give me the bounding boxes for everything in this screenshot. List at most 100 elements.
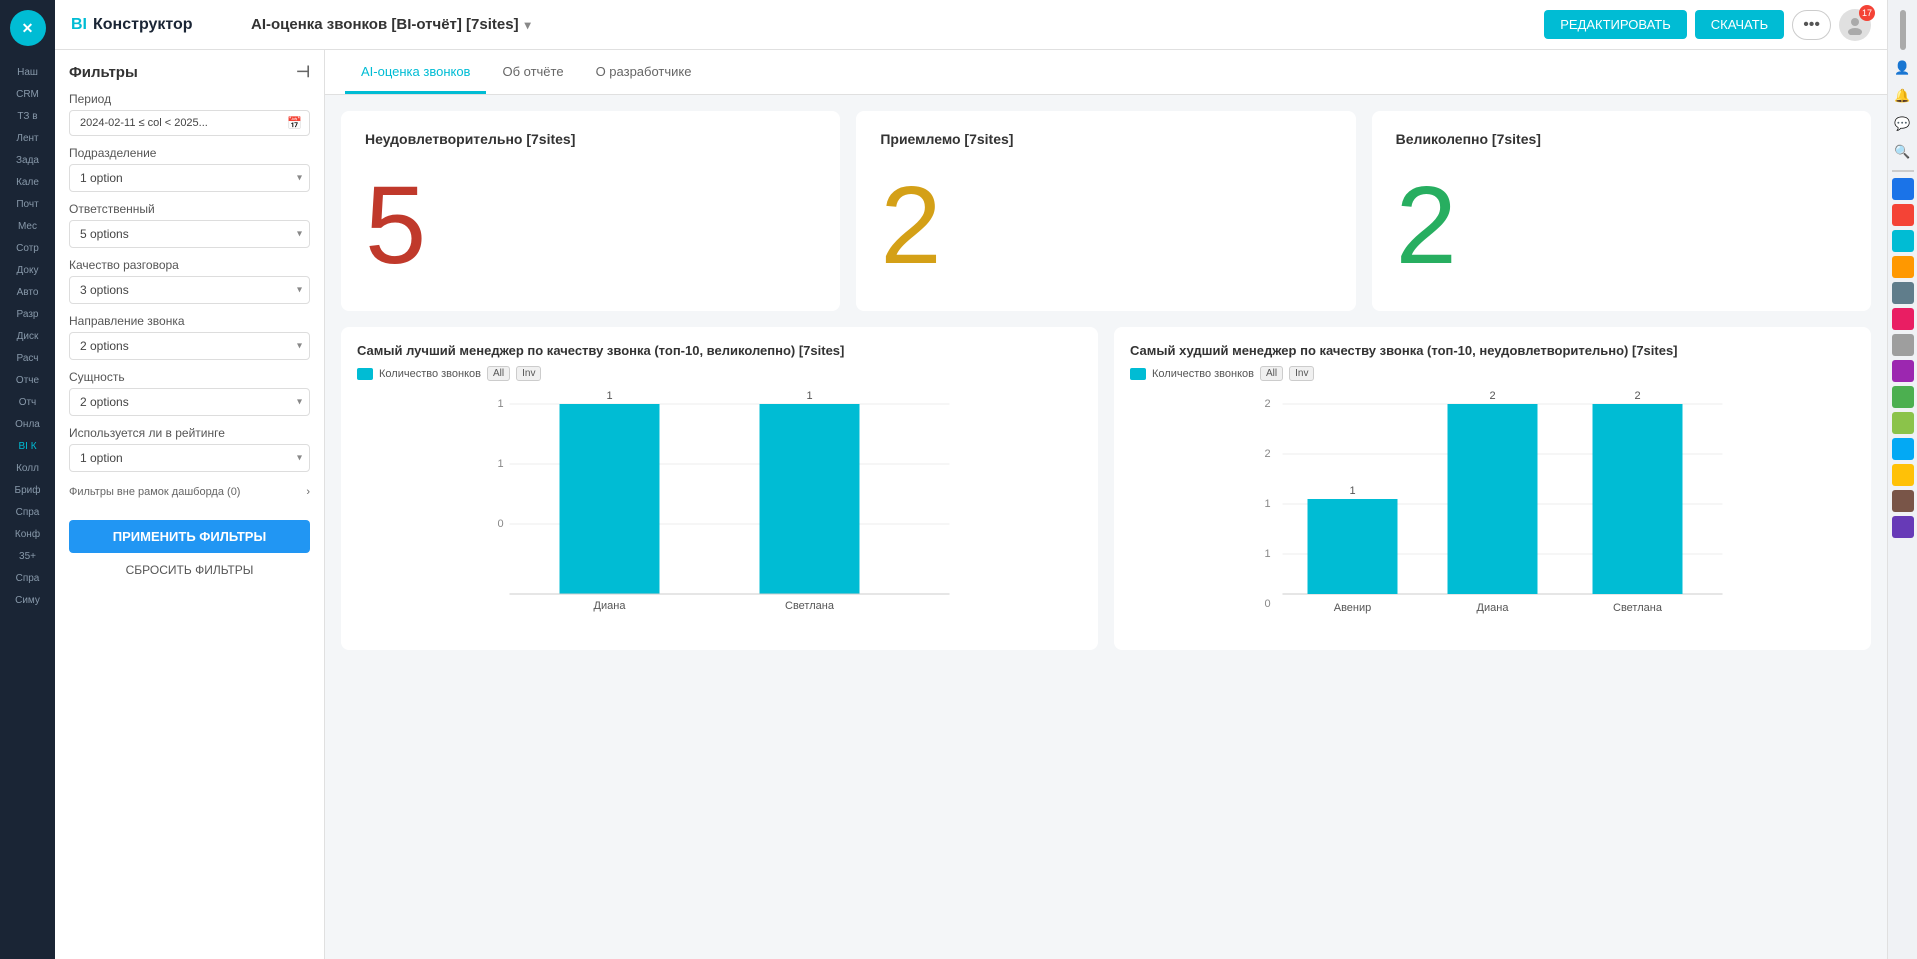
chart-best-inv-button[interactable]: Inv	[516, 366, 541, 381]
edit-button[interactable]: РЕДАКТИРОВАТЬ	[1544, 10, 1687, 39]
responsible-select[interactable]: 5 options	[69, 220, 310, 248]
svg-text:2: 2	[1634, 390, 1640, 402]
card-value-excellent: 2	[1396, 161, 1847, 291]
period-label: Период	[69, 92, 310, 106]
sidebar-item-13[interactable]: Расч	[6, 348, 50, 368]
sidebar-item-22[interactable]: 35+	[6, 546, 50, 566]
svg-text:1: 1	[1349, 485, 1355, 497]
reset-filters-button[interactable]: СБРОСИТЬ ФИЛЬТРЫ	[69, 559, 310, 581]
svg-text:1: 1	[606, 390, 612, 402]
sidebar-item-19[interactable]: Бриф	[6, 480, 50, 500]
header-actions: РЕДАКТИРОВАТЬ СКАЧАТЬ ••• 17	[1544, 9, 1871, 41]
person-icon[interactable]: 👤	[1891, 56, 1915, 80]
search-icon[interactable]: 🔍	[1891, 140, 1915, 164]
chevron-down-icon[interactable]: ▾	[525, 18, 531, 32]
sidebar-item-6[interactable]: Почт	[6, 194, 50, 214]
svg-text:0: 0	[498, 518, 504, 530]
rating-label: Используется ли в рейтинге	[69, 426, 310, 440]
filter-header: Фильтры ⊣	[69, 62, 310, 82]
direction-select-wrap: 2 options ▾	[69, 332, 310, 360]
direction-select[interactable]: 2 options	[69, 332, 310, 360]
logo-button[interactable]: ✕	[10, 10, 46, 46]
divider	[1892, 170, 1914, 172]
svg-text:2: 2	[1265, 398, 1271, 410]
filter-entity-section: Сущность 2 options ▾	[69, 370, 310, 416]
sidebar-item-12[interactable]: Диск	[6, 326, 50, 346]
card-title-unsatisfactory: Неудовлетворительно [7sites]	[365, 131, 816, 147]
sidebar-item-2[interactable]: ТЗ в	[6, 106, 50, 126]
filter-collapse-button[interactable]: ⊣	[296, 62, 310, 82]
filter-direction-section: Направление звонка 2 options ▾	[69, 314, 310, 360]
color-swatch-lightgreen[interactable]	[1892, 412, 1914, 434]
color-swatch-red[interactable]	[1892, 204, 1914, 226]
color-swatch-blue[interactable]	[1892, 178, 1914, 200]
chart-worst-legend: Количество звонков All Inv	[1130, 366, 1855, 381]
download-button[interactable]: СКАЧАТЬ	[1695, 10, 1784, 39]
color-swatch-brown[interactable]	[1892, 490, 1914, 512]
sidebar-item-15[interactable]: Отч	[6, 392, 50, 412]
apply-filters-button[interactable]: ПРИМЕНИТЬ ФИЛЬТРЫ	[69, 520, 310, 553]
sidebar-item-4[interactable]: Зада	[6, 150, 50, 170]
color-swatch-deeppurple[interactable]	[1892, 516, 1914, 538]
chart-worst-svg: 2 2 1 1 0	[1130, 389, 1855, 629]
entity-select[interactable]: 2 options	[69, 388, 310, 416]
chart-best-all-button[interactable]: All	[487, 366, 510, 381]
filter-rating-section: Используется ли в рейтинге 1 option ▾	[69, 426, 310, 472]
color-swatch-amber[interactable]	[1892, 464, 1914, 486]
avatar[interactable]: 17	[1839, 9, 1871, 41]
sidebar-item-1[interactable]: CRM	[6, 84, 50, 104]
sidebar-item-18[interactable]: Колл	[6, 458, 50, 478]
period-input[interactable]	[69, 110, 310, 136]
color-swatch-orange[interactable]	[1892, 256, 1914, 278]
color-swatch-lightblue[interactable]	[1892, 438, 1914, 460]
color-swatch-cyan[interactable]	[1892, 230, 1914, 252]
dashboard-content: Неудовлетворительно [7sites] 5 Приемлемо…	[325, 95, 1887, 959]
tab-about-developer[interactable]: О разработчике	[580, 50, 708, 94]
bell-icon[interactable]: 🔔	[1891, 84, 1915, 108]
sidebar-item-11[interactable]: Разр	[6, 304, 50, 324]
sidebar-item-8[interactable]: Сотр	[6, 238, 50, 258]
color-swatch-grey2[interactable]	[1892, 334, 1914, 356]
sidebar-item-17[interactable]: BI К	[6, 436, 50, 456]
chart-worst-all-button[interactable]: All	[1260, 366, 1283, 381]
filters-outside-dashboard[interactable]: Фильтры вне рамок дашборда (0) ›	[69, 482, 310, 502]
responsible-select-wrap: 5 options ▾	[69, 220, 310, 248]
sidebar-item-20[interactable]: Спра	[6, 502, 50, 522]
brand-bi: BI	[71, 16, 87, 34]
sidebar-item-10[interactable]: Авто	[6, 282, 50, 302]
responsible-label: Ответственный	[69, 202, 310, 216]
subdivision-select[interactable]: 1 option	[69, 164, 310, 192]
scrollbar-thumb[interactable]	[1900, 10, 1906, 50]
quality-select[interactable]: 3 options	[69, 276, 310, 304]
sidebar-item-14[interactable]: Отче	[6, 370, 50, 390]
sidebar-item-7[interactable]: Мес	[6, 216, 50, 236]
sidebar-item-24[interactable]: Симу	[6, 590, 50, 610]
chart-worst-inv-button[interactable]: Inv	[1289, 366, 1314, 381]
sidebar-item-23[interactable]: Спра	[6, 568, 50, 588]
color-swatch-pink[interactable]	[1892, 308, 1914, 330]
rating-select[interactable]: 1 option	[69, 444, 310, 472]
filter-actions: ПРИМЕНИТЬ ФИЛЬТРЫ СБРОСИТЬ ФИЛЬТРЫ	[69, 520, 310, 581]
chat-icon[interactable]: 💬	[1891, 112, 1915, 136]
svg-text:Диана: Диана	[1477, 602, 1510, 614]
sidebar-item-5[interactable]: Кале	[6, 172, 50, 192]
bar-svetlana-worst	[1593, 404, 1683, 594]
sidebar-item-3[interactable]: Лент	[6, 128, 50, 148]
tabs-bar: AI-оценка звонков Об отчёте О разработчи…	[325, 50, 1887, 95]
svg-text:1: 1	[1265, 548, 1271, 560]
sidebar-item-16[interactable]: Онла	[6, 414, 50, 434]
color-swatch-purple[interactable]	[1892, 360, 1914, 382]
app-brand: BI Конструктор	[71, 16, 251, 34]
tab-ai-assessment[interactable]: AI-оценка звонков	[345, 50, 486, 94]
stat-card-unsatisfactory: Неудовлетворительно [7sites] 5	[341, 111, 840, 311]
sidebar-item-0[interactable]: Наш	[6, 62, 50, 82]
sidebar-item-9[interactable]: Доку	[6, 260, 50, 280]
tab-about-report[interactable]: Об отчёте	[486, 50, 579, 94]
color-swatch-green[interactable]	[1892, 386, 1914, 408]
sidebar-item-21[interactable]: Конф	[6, 524, 50, 544]
entity-label: Сущность	[69, 370, 310, 384]
body-area: Фильтры ⊣ Период 📅 Подразделение 1 optio…	[55, 50, 1887, 959]
color-swatch-gray[interactable]	[1892, 282, 1914, 304]
more-options-button[interactable]: •••	[1792, 10, 1831, 40]
chart-worst-svg-wrap: 2 2 1 1 0	[1130, 389, 1855, 634]
